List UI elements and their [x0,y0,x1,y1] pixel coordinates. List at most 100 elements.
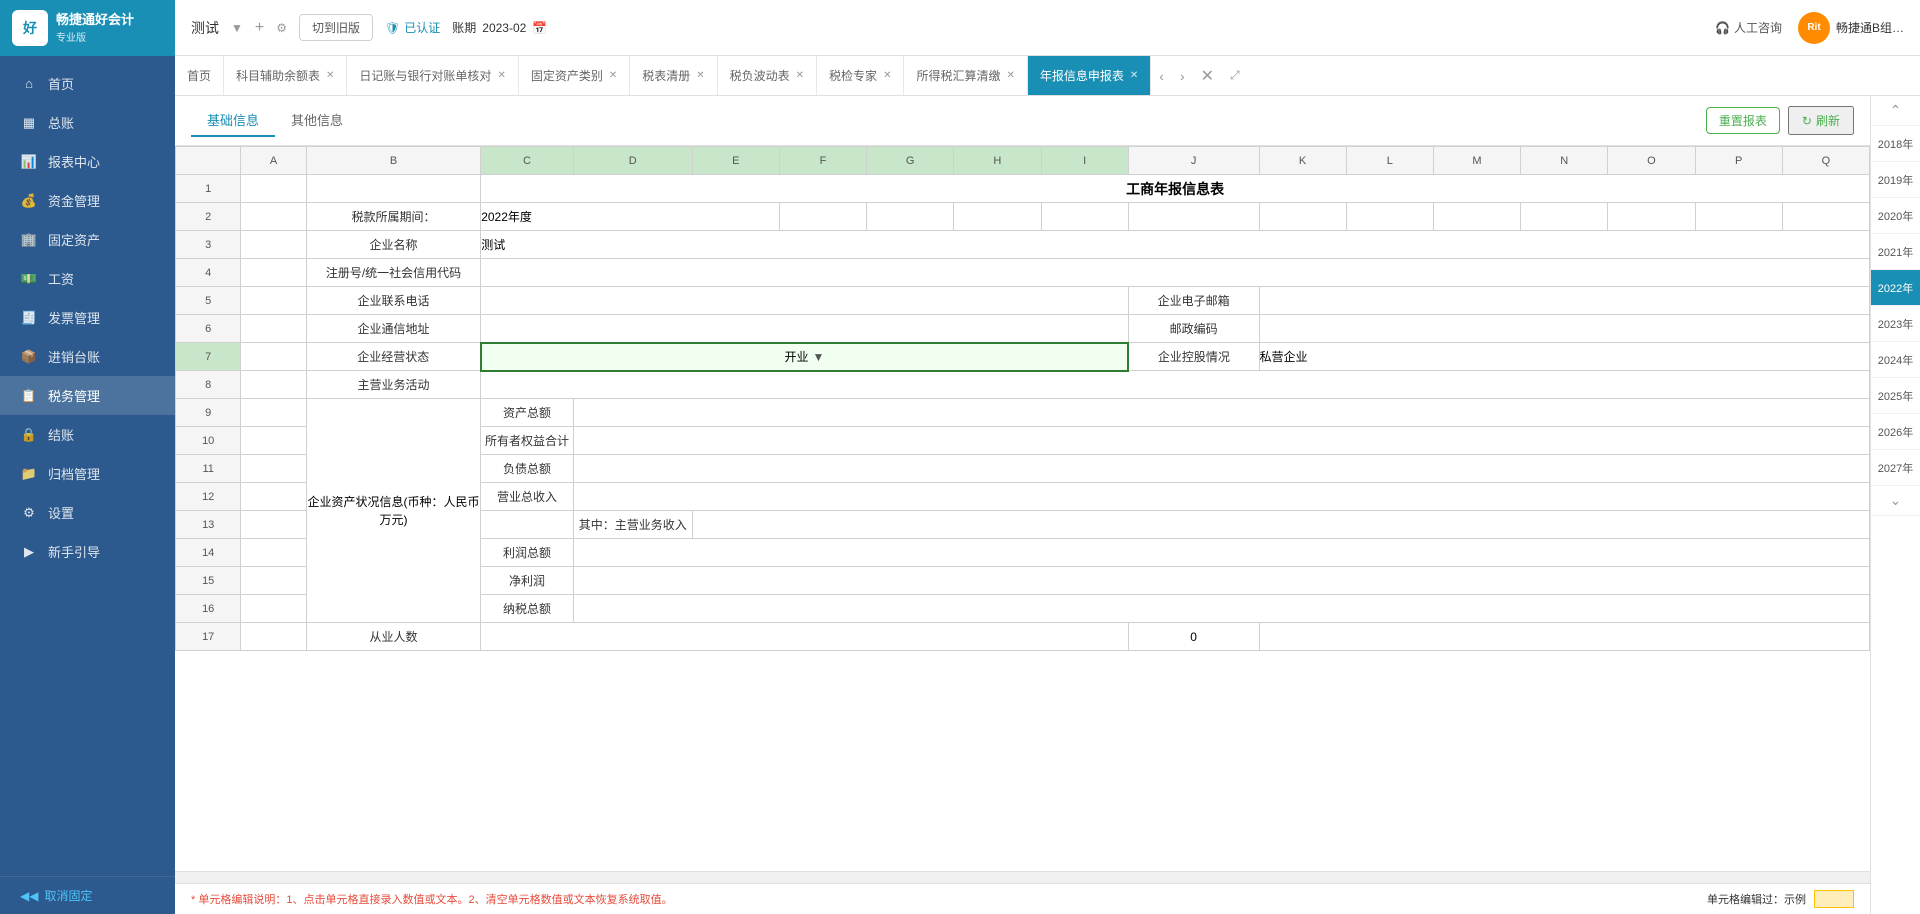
cell-3b[interactable]: 企业名称 [306,231,480,259]
topbar-dropdown-arrow[interactable]: ▼ [231,21,243,35]
cell-3a[interactable] [241,231,306,259]
cell-16a[interactable] [241,595,306,623]
year-2022[interactable]: 2022年 [1871,270,1920,306]
cell-13a[interactable] [241,511,306,539]
col-header-k[interactable]: K [1259,147,1346,175]
cell-2a[interactable] [241,203,306,231]
cell-14d[interactable] [573,539,1869,567]
year-2026[interactable]: 2026年 [1871,414,1920,450]
cell-9c[interactable]: 资产总额 [481,399,574,427]
user-menu[interactable]: Rit 畅捷通B组… [1798,12,1904,44]
col-header-i[interactable]: I [1041,147,1128,175]
cell-11c[interactable]: 负债总额 [481,455,574,483]
cell-8c[interactable] [481,371,1870,399]
tab-close-icon[interactable]: ✕ [1130,70,1138,81]
cell-2q[interactable] [1782,203,1869,231]
cell-6b[interactable]: 企业通信地址 [306,315,480,343]
tab-close-icon[interactable]: ✕ [326,70,334,81]
cell-2o[interactable] [1608,203,1695,231]
cell-4c[interactable] [481,259,1870,287]
cell-14a[interactable] [241,539,306,567]
tab-expand-button[interactable]: ⤢ [1222,56,1248,96]
cell-10c[interactable]: 所有者权益合计 [481,427,574,455]
year-2019[interactable]: 2019年 [1871,162,1920,198]
cell-7c-dropdown[interactable]: 开业 ▼ [481,343,1129,371]
switch-version-button[interactable]: 切到旧版 [299,14,373,41]
col-header-f[interactable]: F [779,147,866,175]
tab-tax-expert[interactable]: 税检专家 ✕ [817,56,904,96]
col-header-q[interactable]: Q [1782,147,1869,175]
col-header-a[interactable]: A [241,147,306,175]
cell-17a[interactable] [241,623,306,651]
cell-10d[interactable] [573,427,1869,455]
col-header-n[interactable]: N [1521,147,1608,175]
cell-13e[interactable] [692,511,1869,539]
sidebar-item-invoice[interactable]: 🧾 发票管理 [0,298,175,337]
cell-15a[interactable] [241,567,306,595]
tab-income-tax[interactable]: 所得税汇算清缴 ✕ [904,56,1027,96]
tab-fixed-asset-cat[interactable]: 固定资产类别 ✕ [519,56,630,96]
service-button[interactable]: 🎧 人工咨询 [1715,19,1782,36]
cell-11a[interactable] [241,455,306,483]
cell-1-title[interactable]: 工商年报信息表 [481,175,1870,203]
cell-8a[interactable] [241,371,306,399]
topbar-settings-icon[interactable]: ⚙ [276,21,287,35]
sidebar-item-tax[interactable]: 📋 税务管理 [0,376,175,415]
tab-close-icon[interactable]: ✕ [497,70,505,81]
cell-5k[interactable] [1259,287,1870,315]
year-2027[interactable]: 2027年 [1871,450,1920,486]
cell-17b[interactable]: 从业人数 [306,623,480,651]
cell-1a[interactable] [241,175,306,203]
cell-13c[interactable] [481,511,574,539]
sidebar-item-home[interactable]: ⌂ 首页 [0,64,175,103]
cell-11d[interactable] [573,455,1869,483]
cell-2h[interactable] [954,203,1041,231]
cell-6a[interactable] [241,315,306,343]
year-2018[interactable]: 2018年 [1871,126,1920,162]
col-header-h[interactable]: H [954,147,1041,175]
spreadsheet-container[interactable]: A B C D E F G H I J K L M [175,146,1870,871]
tab-aux-balance[interactable]: 科目辅助余额表 ✕ [224,56,347,96]
tab-close-icon[interactable]: ✕ [1006,70,1014,81]
tab-home[interactable]: 首页 [175,56,224,96]
cell-7k[interactable]: 私营企业 [1259,343,1870,371]
sidebar-pin-button[interactable]: ◀◀ 取消固定 [0,876,175,914]
cell-4b[interactable]: 注册号/统一社会信用代码 [306,259,480,287]
col-header-g[interactable]: G [867,147,954,175]
tab-next-button[interactable]: › [1172,56,1193,96]
cell-17k[interactable] [1259,623,1870,651]
year-2023[interactable]: 2023年 [1871,306,1920,342]
tab-prev-button[interactable]: ‹ [1151,56,1172,96]
year-2020[interactable]: 2020年 [1871,198,1920,234]
cell-14c[interactable]: 利润总额 [481,539,574,567]
year-2021[interactable]: 2021年 [1871,234,1920,270]
cell-1b[interactable] [306,175,480,203]
sidebar-item-salary[interactable]: 💵 工资 [0,259,175,298]
col-header-e[interactable]: E [692,147,779,175]
cell-7b[interactable]: 企业经营状态 [306,343,480,371]
dropdown-arrow-icon[interactable]: ▼ [813,350,825,364]
cell-12c[interactable]: 营业总收入 [481,483,574,511]
sheet-tab-other[interactable]: 其他信息 [275,104,359,137]
cell-15d[interactable] [573,567,1869,595]
col-header-l[interactable]: L [1346,147,1433,175]
tab-close-icon[interactable]: ✕ [883,70,891,81]
year-2025[interactable]: 2025年 [1871,378,1920,414]
cell-7j[interactable]: 企业控股情况 [1128,343,1259,371]
cell-16c[interactable]: 纳税总额 [481,595,574,623]
cell-5c[interactable] [481,287,1129,315]
tab-close-icon[interactable]: ✕ [696,70,704,81]
cell-9a[interactable] [241,399,306,427]
tab-close-icon[interactable]: ✕ [796,70,804,81]
tab-tax-fluctuation[interactable]: 税负波动表 ✕ [718,56,817,96]
calendar-icon[interactable]: 📅 [532,21,547,35]
cell-2p[interactable] [1695,203,1782,231]
cell-3c[interactable]: 测试 [481,231,1870,259]
cell-12a[interactable] [241,483,306,511]
sidebar-item-fund[interactable]: 💰 资金管理 [0,181,175,220]
sidebar-item-guide[interactable]: ▶ 新手引导 [0,532,175,571]
cell-2g[interactable] [867,203,954,231]
cell-15c[interactable]: 净利润 [481,567,574,595]
reset-report-button[interactable]: 重置报表 [1706,107,1780,134]
topbar-add-button[interactable]: + [255,19,264,37]
